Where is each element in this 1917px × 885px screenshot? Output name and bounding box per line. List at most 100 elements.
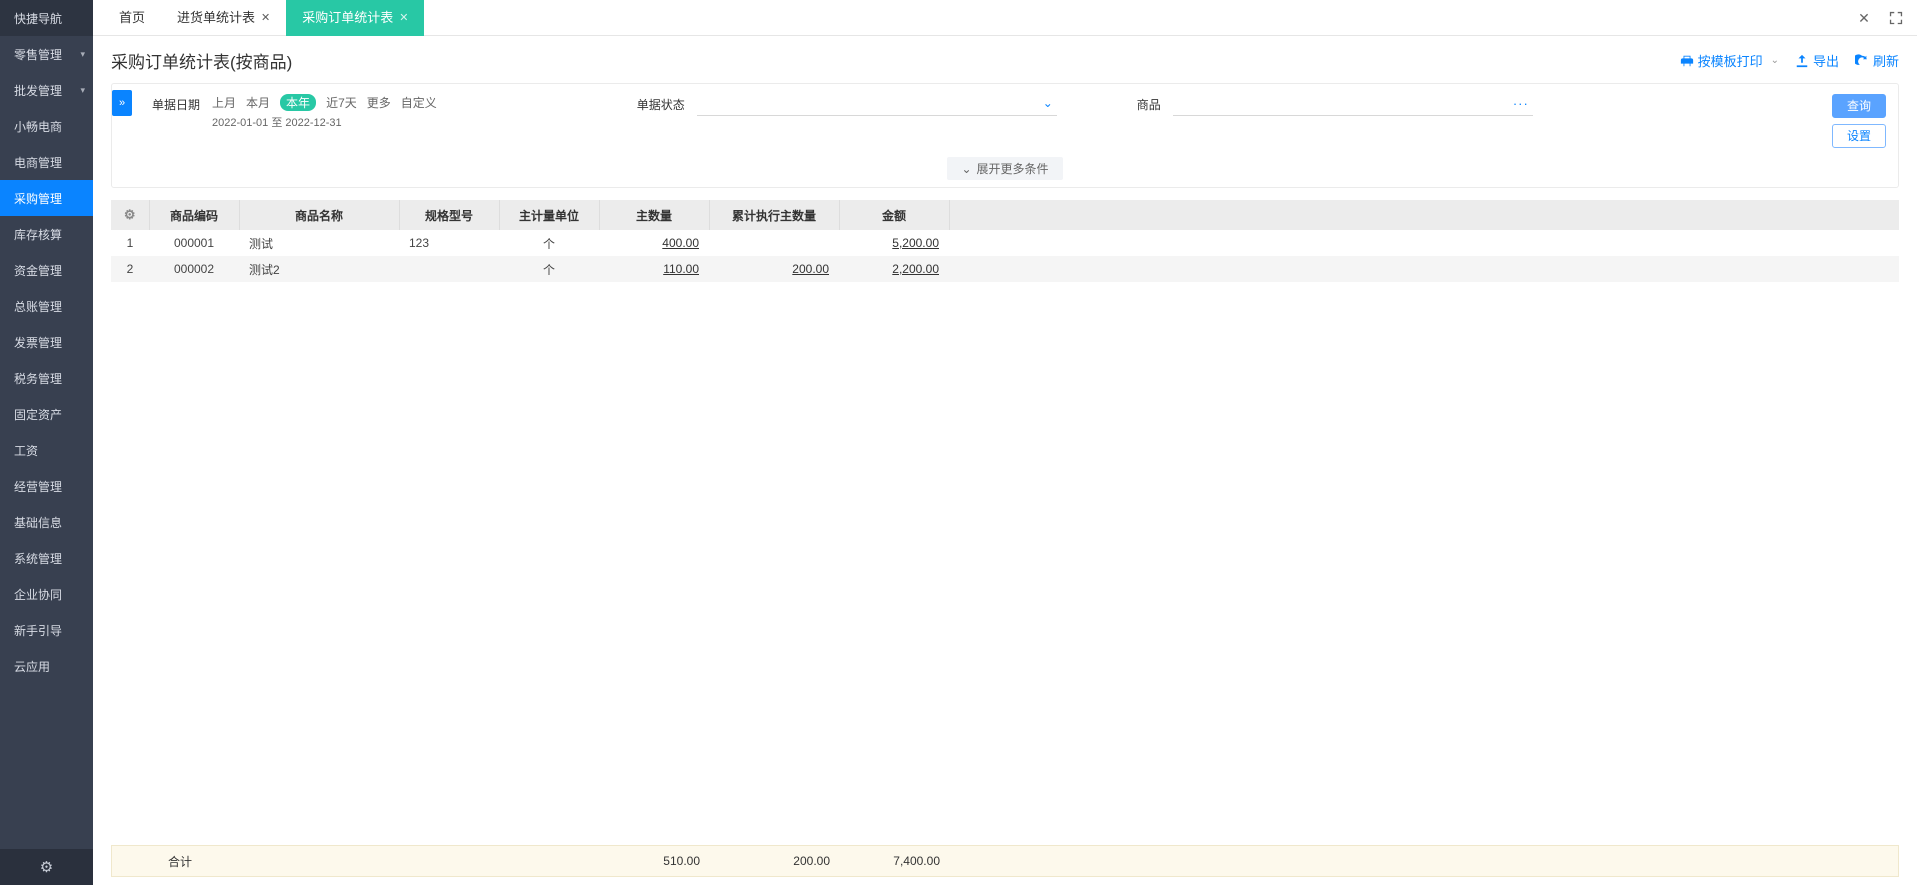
sidebar-item-system[interactable]: 系统管理 xyxy=(0,540,93,576)
settings-button[interactable]: 设置 xyxy=(1832,124,1886,148)
sidebar-item-quicknav[interactable]: 快捷导航 xyxy=(0,0,93,36)
table-header: ⚙ 商品编码 商品名称 规格型号 主计量单位 主数量 累计执行主数量 金额 xyxy=(111,200,1899,230)
sidebar-item-assets[interactable]: 固定资产 xyxy=(0,396,93,432)
sidebar-item-collab[interactable]: 企业协同 xyxy=(0,576,93,612)
tabbar: 首页 进货单统计表✕ 采购订单统计表✕ ✕ xyxy=(93,0,1917,36)
preset-this-year[interactable]: 本年 xyxy=(280,94,316,111)
print-icon xyxy=(1680,54,1694,68)
col-unit[interactable]: 主计量单位 xyxy=(499,200,599,230)
date-presets: 上月 本月 本年 近7天 更多 自定义 xyxy=(212,94,437,111)
sidebar-item-guide[interactable]: 新手引导 xyxy=(0,612,93,648)
page-title: 采购订单统计表(按商品) xyxy=(111,48,292,73)
table-scroll[interactable] xyxy=(111,282,1899,845)
cell-unit: 个 xyxy=(499,256,599,282)
main: 首页 进货单统计表✕ 采购订单统计表✕ ✕ 采购订单统计表(按商品) 按模板打印… xyxy=(93,0,1917,885)
cell-blank xyxy=(949,256,1899,282)
query-button[interactable]: 查询 xyxy=(1832,94,1886,118)
sidebar-item-salary[interactable]: 工资 xyxy=(0,432,93,468)
close-all-button[interactable]: ✕ xyxy=(1853,7,1875,29)
sidebar-item-ecommerce[interactable]: 电商管理 xyxy=(0,144,93,180)
data-table: ⚙ 商品编码 商品名称 规格型号 主计量单位 主数量 累计执行主数量 金额 1 xyxy=(111,200,1899,282)
col-blank xyxy=(949,200,1899,230)
sidebar-footer: ⚙ xyxy=(0,849,93,885)
cell-blank xyxy=(949,230,1899,256)
qty-link[interactable]: 400.00 xyxy=(662,236,699,250)
cell-idx: 1 xyxy=(111,230,149,256)
col-name[interactable]: 商品名称 xyxy=(239,200,399,230)
table-row[interactable]: 2 000002 测试2 个 110.00 200.00 2,200.00 xyxy=(111,256,1899,282)
cell-spec xyxy=(399,256,499,282)
cell-qty: 110.00 xyxy=(599,256,709,282)
col-code[interactable]: 商品编码 xyxy=(149,200,239,230)
sidebar-item-label: 经营管理 xyxy=(14,478,62,495)
cell-amt: 2,200.00 xyxy=(839,256,949,282)
print-dropdown[interactable]: ⌄ xyxy=(1771,55,1779,66)
sidebar-item-cloud[interactable]: 云应用 xyxy=(0,648,93,684)
sidebar-item-label: 采购管理 xyxy=(14,190,62,207)
filter-label: 单据日期 xyxy=(152,94,200,113)
expand-label: 展开更多条件 xyxy=(977,160,1049,177)
tab-home[interactable]: 首页 xyxy=(103,0,161,36)
close-icon[interactable]: ✕ xyxy=(261,0,270,36)
amt-link[interactable]: 2,200.00 xyxy=(892,262,939,276)
cell-amt: 5,200.00 xyxy=(839,230,949,256)
refresh-button[interactable]: 刷新 xyxy=(1855,51,1899,70)
print-template-button[interactable]: 按模板打印 xyxy=(1680,51,1763,70)
table-row[interactable]: 1 000001 测试 123 个 400.00 5,200.00 xyxy=(111,230,1899,256)
totals-blank xyxy=(112,846,150,876)
sidebar-item-xiaochang[interactable]: 小畅电商 xyxy=(0,108,93,144)
sidebar-item-wholesale[interactable]: 批发管理▾ xyxy=(0,72,93,108)
column-settings[interactable]: ⚙ xyxy=(111,200,149,230)
status-select[interactable]: ⌄ xyxy=(697,94,1057,116)
sidebar-item-purchase[interactable]: 采购管理 xyxy=(0,180,93,216)
sidebar-item-label: 总账管理 xyxy=(14,298,62,315)
sidebar-item-funds[interactable]: 资金管理 xyxy=(0,252,93,288)
sidebar-item-basic[interactable]: 基础信息 xyxy=(0,504,93,540)
filter-label: 单据状态 xyxy=(637,94,685,113)
sidebar-item-label: 固定资产 xyxy=(14,406,62,423)
filter-buttons: 查询 设置 xyxy=(1832,94,1886,148)
collapse-filter-button[interactable]: » xyxy=(112,90,132,116)
tab-label: 采购订单统计表 xyxy=(302,0,393,36)
col-qty[interactable]: 主数量 xyxy=(599,200,709,230)
preset-custom[interactable]: 自定义 xyxy=(401,94,437,111)
sidebar-item-invoice[interactable]: 发票管理 xyxy=(0,324,93,360)
fullscreen-button[interactable] xyxy=(1885,7,1907,29)
expand-filter-button[interactable]: ⌄ 展开更多条件 xyxy=(947,157,1062,180)
sidebar: 快捷导航 零售管理▾ 批发管理▾ 小畅电商 电商管理 采购管理 库存核算 资金管… xyxy=(0,0,93,885)
product-input[interactable]: ··· xyxy=(1173,94,1533,116)
cell-exec xyxy=(709,230,839,256)
amt-link[interactable]: 5,200.00 xyxy=(892,236,939,250)
action-label: 按模板打印 xyxy=(1698,51,1763,70)
col-exec[interactable]: 累计执行主数量 xyxy=(709,200,839,230)
preset-more[interactable]: 更多 xyxy=(367,94,391,111)
cell-exec: 200.00 xyxy=(709,256,839,282)
gear-icon[interactable]: ⚙ xyxy=(40,858,53,876)
filter-label: 商品 xyxy=(1137,94,1161,113)
preset-7days[interactable]: 近7天 xyxy=(326,94,357,111)
qty-link[interactable]: 110.00 xyxy=(663,262,699,276)
sidebar-item-operations[interactable]: 经营管理 xyxy=(0,468,93,504)
tab-stock-stats[interactable]: 进货单统计表✕ xyxy=(161,0,286,36)
exec-link[interactable]: 200.00 xyxy=(792,262,829,276)
tab-purchase-stats[interactable]: 采购订单统计表✕ xyxy=(286,0,424,36)
ellipsis-icon[interactable]: ··· xyxy=(1513,96,1529,111)
close-icon[interactable]: ✕ xyxy=(399,0,408,36)
preset-last-month[interactable]: 上月 xyxy=(212,94,236,111)
expand-row: ⌄ 展开更多条件 xyxy=(112,152,1898,187)
export-button[interactable]: 导出 xyxy=(1795,51,1839,70)
sidebar-item-retail[interactable]: 零售管理▾ xyxy=(0,36,93,72)
col-amt[interactable]: 金额 xyxy=(839,200,949,230)
sidebar-item-label: 新手引导 xyxy=(14,622,62,639)
sidebar-item-label: 资金管理 xyxy=(14,262,62,279)
cell-unit: 个 xyxy=(499,230,599,256)
totals-amt: 7,400.00 xyxy=(840,846,950,876)
col-spec[interactable]: 规格型号 xyxy=(399,200,499,230)
sidebar-item-inventory[interactable]: 库存核算 xyxy=(0,216,93,252)
sidebar-item-tax[interactable]: 税务管理 xyxy=(0,360,93,396)
totals-exec: 200.00 xyxy=(710,846,840,876)
sidebar-item-ledger[interactable]: 总账管理 xyxy=(0,288,93,324)
totals-blank xyxy=(500,846,600,876)
page-actions: 按模板打印 ⌄ 导出 刷新 xyxy=(1680,51,1899,70)
preset-this-month[interactable]: 本月 xyxy=(246,94,270,111)
